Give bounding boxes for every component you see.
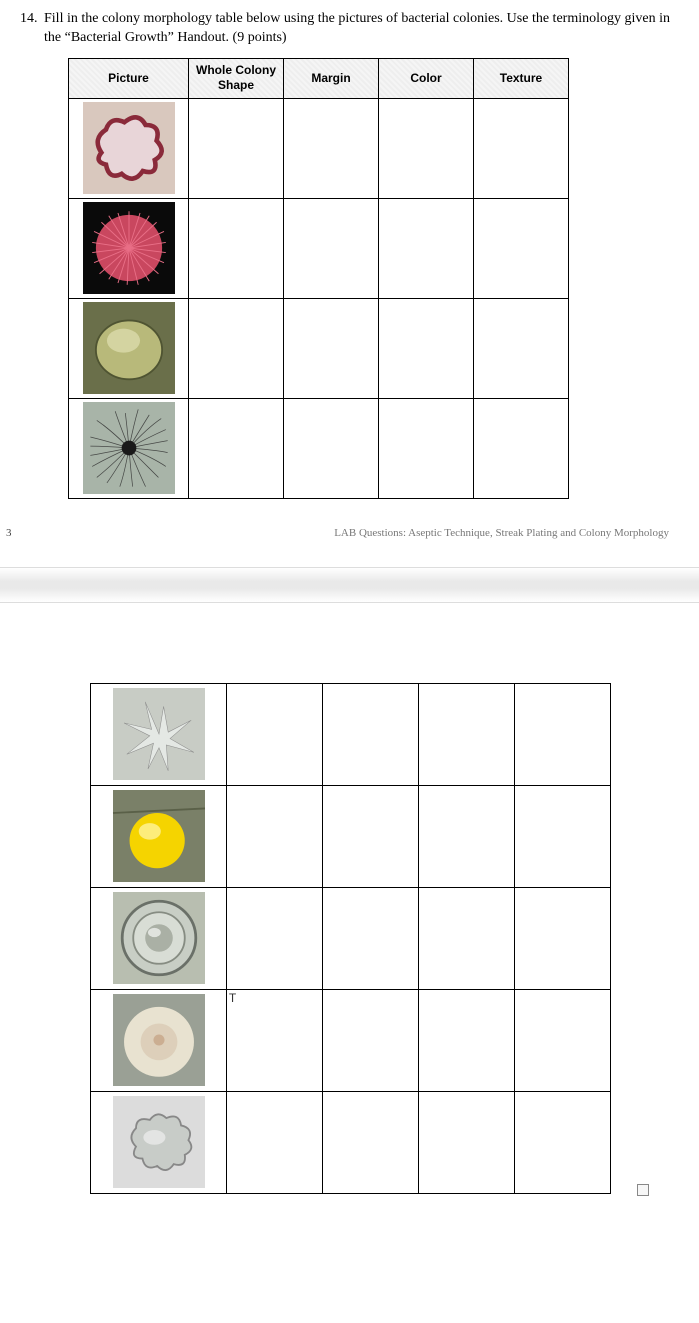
blank-cell [189, 198, 284, 298]
colony-irregular-pink-icon [81, 102, 177, 194]
blank-cell [515, 989, 611, 1091]
blank-cell [323, 683, 419, 785]
blank-cell [323, 989, 419, 1091]
blank-cell [419, 1091, 515, 1193]
blank-cell [419, 683, 515, 785]
blank-cell [227, 683, 323, 785]
morphology-table-2: T [90, 683, 611, 1194]
blank-cell [189, 98, 284, 198]
table-row [91, 1091, 611, 1193]
blank-cell [379, 198, 474, 298]
colony-round-cream-icon [111, 994, 207, 1086]
blank-cell: T [227, 989, 323, 1091]
table-row [91, 785, 611, 887]
blank-cell [474, 298, 569, 398]
blank-cell [284, 398, 379, 498]
table-row [91, 887, 611, 989]
colony-round-olive-icon [81, 302, 177, 394]
colony-irregular-lobate-icon [111, 1096, 207, 1188]
question-text: Fill in the colony morphology table belo… [44, 10, 679, 48]
colony-image-cell [91, 989, 227, 1091]
blank-cell [474, 198, 569, 298]
blank-cell [227, 785, 323, 887]
colony-round-concentric-icon [111, 892, 207, 984]
blank-cell [189, 298, 284, 398]
colony-round-filamentous-icon [81, 202, 177, 294]
header-color: Color [379, 58, 474, 98]
blank-cell [323, 1091, 419, 1193]
table-row [91, 683, 611, 785]
blank-cell [515, 887, 611, 989]
colony-image-cell [69, 198, 189, 298]
blank-cell [189, 398, 284, 498]
colony-image-cell [91, 683, 227, 785]
colony-image-cell [91, 1091, 227, 1193]
blank-cell [227, 1091, 323, 1193]
blank-cell [284, 98, 379, 198]
morphology-table-1: Picture Whole Colony Shape Margin Color … [68, 58, 569, 499]
blank-cell [515, 785, 611, 887]
table-row [69, 198, 569, 298]
header-margin: Margin [284, 58, 379, 98]
blank-cell [284, 198, 379, 298]
colony-image-cell [91, 785, 227, 887]
blank-cell [419, 785, 515, 887]
page-corner-checkbox-icon [637, 1184, 649, 1196]
header-picture: Picture [69, 58, 189, 98]
blank-cell [419, 989, 515, 1091]
colony-image-cell [69, 98, 189, 198]
blank-cell [515, 683, 611, 785]
blank-cell [419, 887, 515, 989]
blank-cell [474, 398, 569, 498]
table-row [69, 398, 569, 498]
table-row: T [91, 989, 611, 1091]
header-texture: Texture [474, 58, 569, 98]
colony-filamentous-gray-icon [81, 402, 177, 494]
colony-image-cell [91, 887, 227, 989]
stray-mark: T [229, 991, 236, 1005]
question-14: 14. Fill in the colony morphology table … [20, 10, 679, 48]
colony-image-cell [69, 298, 189, 398]
colony-round-yellow-icon [111, 790, 207, 882]
blank-cell [379, 98, 474, 198]
colony-crystalline-clear-icon [111, 688, 207, 780]
blank-cell [323, 887, 419, 989]
blank-cell [227, 887, 323, 989]
colony-image-cell [69, 398, 189, 498]
page-break [0, 567, 699, 603]
table-row [69, 98, 569, 198]
table-row [69, 298, 569, 398]
header-shape: Whole Colony Shape [189, 58, 284, 98]
blank-cell [323, 785, 419, 887]
question-number: 14. [20, 10, 44, 48]
blank-cell [284, 298, 379, 398]
blank-cell [379, 398, 474, 498]
page-footer: LAB Questions: Aseptic Technique, Streak… [12, 527, 670, 539]
blank-cell [515, 1091, 611, 1193]
blank-cell [474, 98, 569, 198]
blank-cell [379, 298, 474, 398]
